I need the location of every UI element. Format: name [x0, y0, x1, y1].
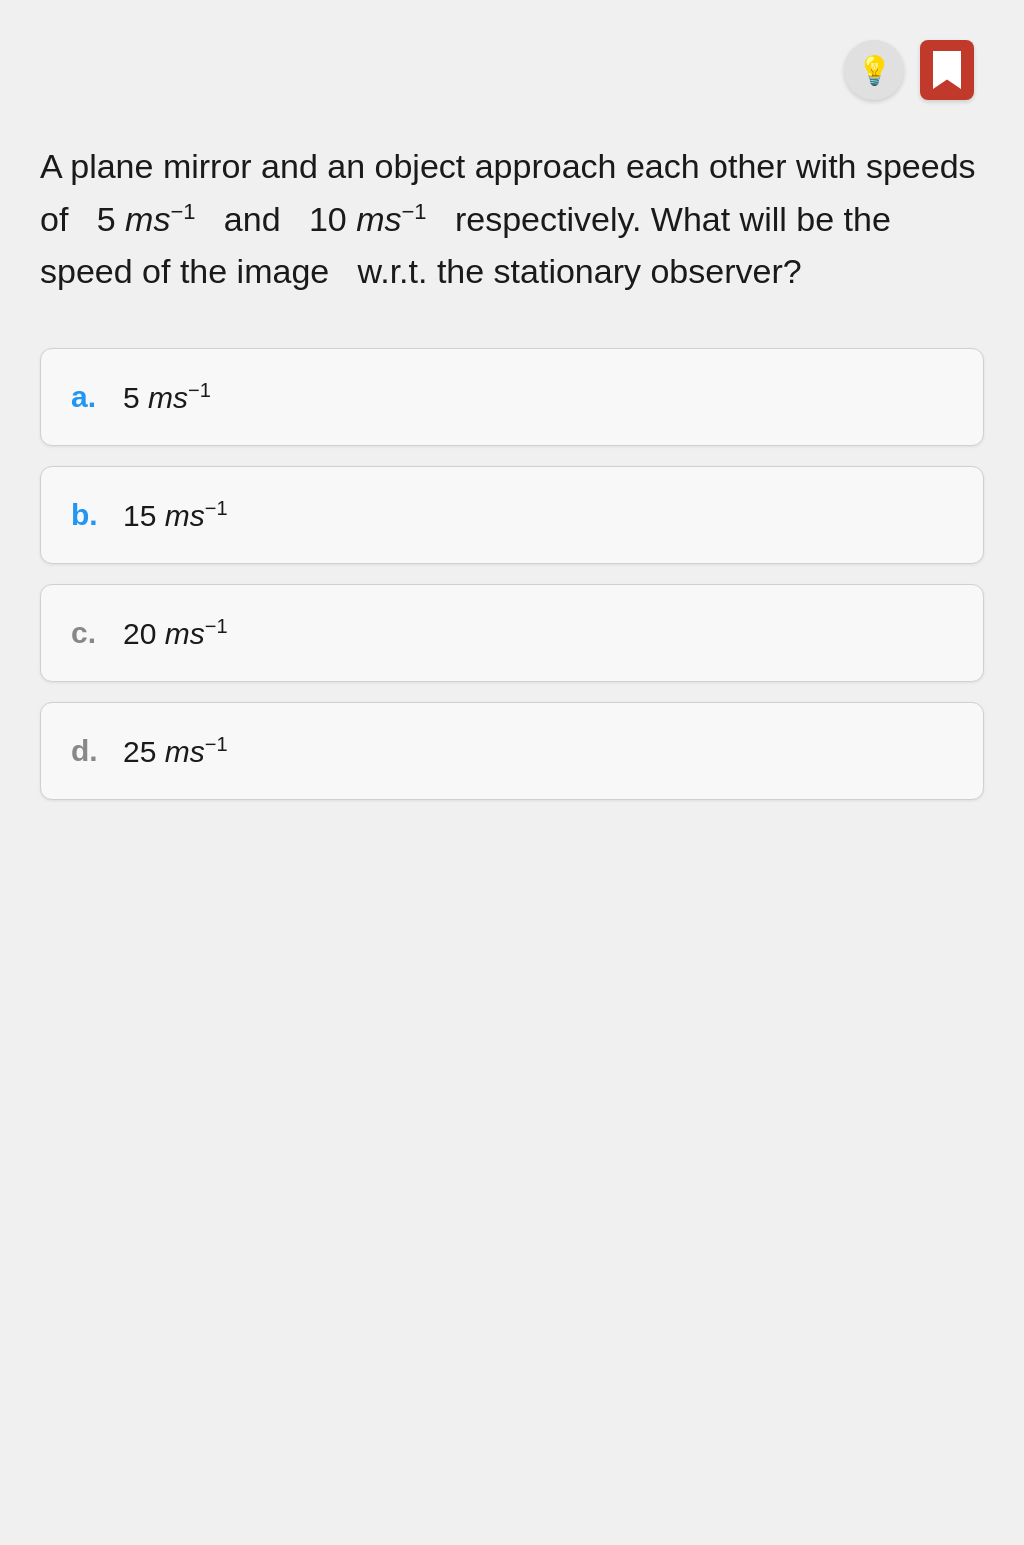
hint-button[interactable]: 💡: [844, 40, 904, 100]
option-a[interactable]: a. 5 ms−1: [40, 348, 984, 446]
option-a-text: 5 ms−1: [123, 379, 211, 415]
bookmark-icon: [933, 51, 961, 89]
option-b[interactable]: b. 15 ms−1: [40, 466, 984, 564]
option-c-label: c.: [71, 616, 107, 650]
bookmark-button[interactable]: [920, 40, 974, 100]
option-d-text: 25 ms−1: [123, 733, 228, 769]
option-c-text: 20 ms−1: [123, 615, 228, 651]
options-container: a. 5 ms−1 b. 15 ms−1 c. 20 ms−1 d. 25 ms…: [30, 348, 994, 800]
lightbulb-icon: 💡: [857, 54, 892, 87]
option-b-label: b.: [71, 498, 107, 532]
question-text: A plane mirror and an object approach ea…: [30, 140, 994, 298]
option-a-label: a.: [71, 380, 107, 414]
option-d-label: d.: [71, 734, 107, 768]
top-bar: 💡: [30, 40, 994, 100]
page-container: 💡 A plane mirror and an object approach …: [0, 0, 1024, 1545]
option-d[interactable]: d. 25 ms−1: [40, 702, 984, 800]
option-b-text: 15 ms−1: [123, 497, 228, 533]
option-c[interactable]: c. 20 ms−1: [40, 584, 984, 682]
